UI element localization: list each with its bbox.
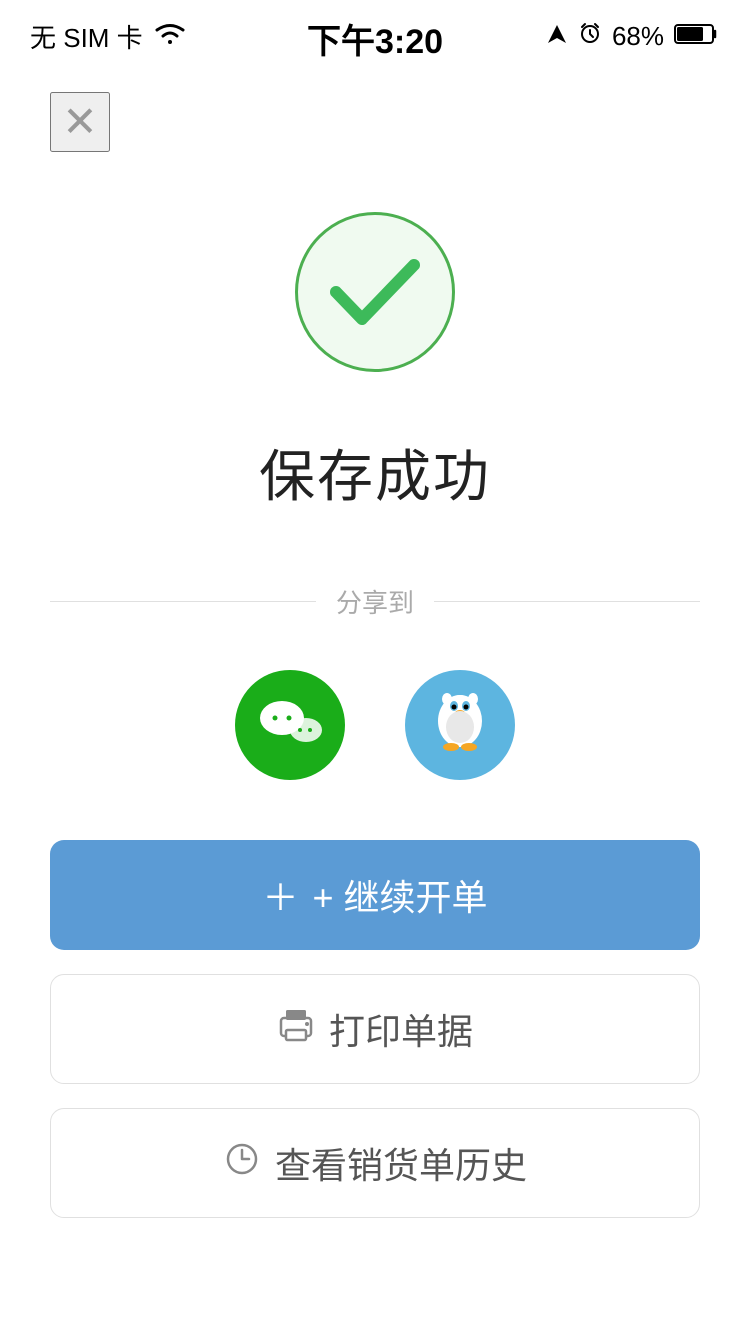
status-time: 下午3:20 [307,14,443,63]
battery-icon [674,21,720,52]
printer-icon [277,1006,315,1053]
action-buttons: ＋ + 继续开单 打印单据 查看销货单历 [50,840,700,1218]
status-bar: 无 SIM 卡 下午3:20 68% [0,0,750,72]
location-icon [546,21,568,52]
continue-button[interactable]: ＋ + 继续开单 [50,840,700,950]
share-section: 分享到 [50,583,700,780]
status-right: 68% [546,21,720,52]
qq-icon [429,691,491,759]
status-left: 无 SIM 卡 [30,18,187,55]
success-circle [295,212,455,372]
history-icon [223,1140,261,1187]
battery-percent: 68% [612,21,664,52]
main-content: ✕ 保存成功 分享到 [0,72,750,1258]
wechat-icon [256,696,324,754]
alarm-icon [578,21,602,52]
history-button[interactable]: 查看销货单历史 [50,1108,700,1218]
checkmark-icon [330,257,420,327]
wechat-share-button[interactable] [235,670,345,780]
share-divider: 分享到 [50,583,700,620]
print-label: 打印单据 [329,1003,473,1055]
continue-label: + 继续开单 [312,869,487,921]
wifi-icon [153,20,187,53]
share-icons [50,670,700,780]
plus-icon: ＋ [262,869,298,921]
print-button[interactable]: 打印单据 [50,974,700,1084]
success-title: 保存成功 [259,432,491,513]
close-icon: ✕ [62,101,97,143]
history-label: 查看销货单历史 [275,1137,527,1189]
share-label: 分享到 [336,583,414,620]
close-button[interactable]: ✕ [50,92,110,152]
qq-share-button[interactable] [405,670,515,780]
no-sim-label: 无 SIM 卡 [30,18,143,55]
